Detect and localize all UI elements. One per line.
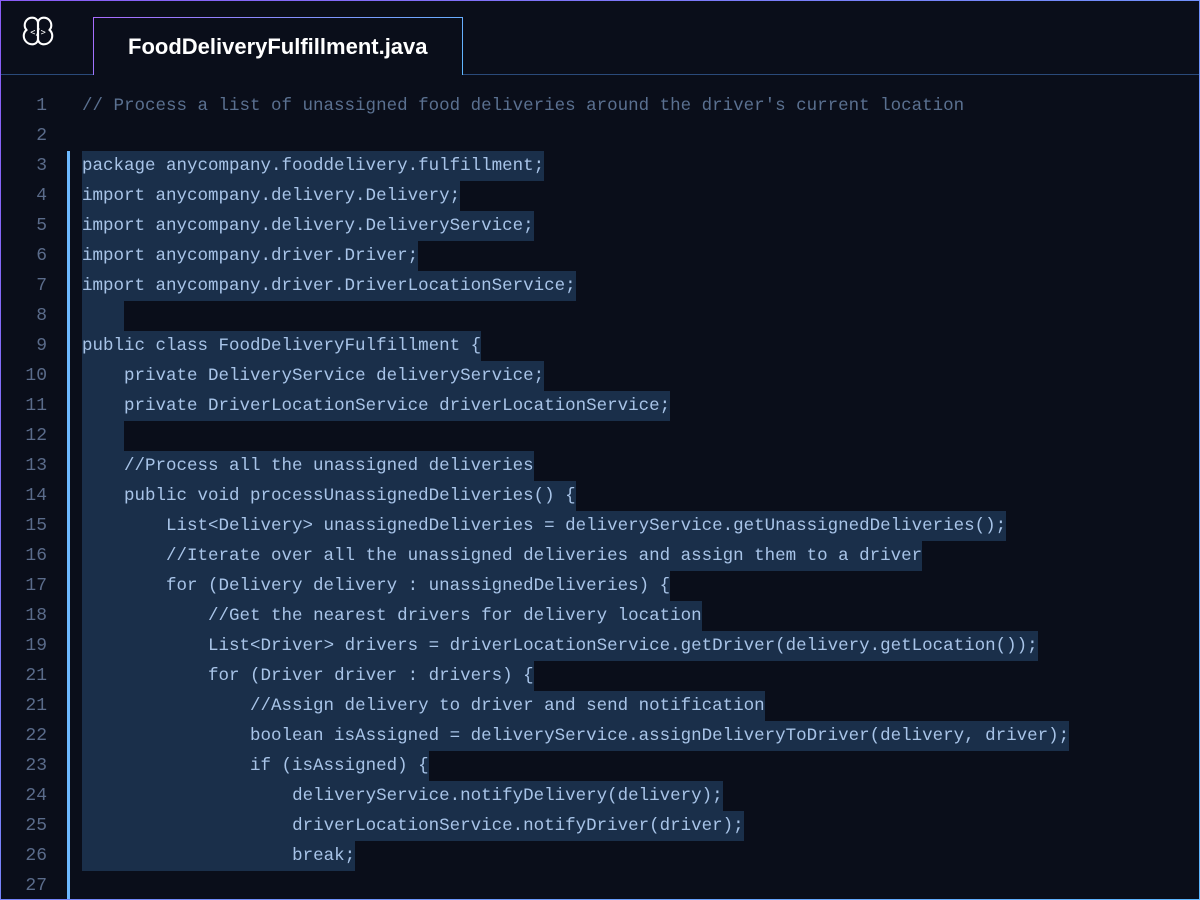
line-number: 19 [1,631,47,661]
app-logo-icon: </> [19,12,57,50]
line-number: 26 [1,841,47,871]
code-line[interactable]: public void processUnassignedDeliveries(… [61,481,1199,511]
code-line[interactable]: for (Driver driver : drivers) { [61,661,1199,691]
code-line[interactable]: import anycompany.delivery.DeliveryServi… [61,211,1199,241]
code-line[interactable]: //Assign delivery to driver and send not… [61,691,1199,721]
code-line[interactable]: List<Driver> drivers = driverLocationSer… [61,631,1199,661]
code-line[interactable]: import anycompany.driver.Driver; [61,241,1199,271]
line-number: 1 [1,91,47,121]
code-line[interactable] [61,121,1199,151]
code-text: public void processUnassignedDeliveries(… [124,486,576,506]
line-number: 6 [1,241,47,271]
code-text: import anycompany.delivery.DeliveryServi… [82,211,534,241]
code-line[interactable]: //Get the nearest drivers for delivery l… [61,601,1199,631]
file-tab-label: FoodDeliveryFulfillment.java [128,34,428,60]
code-line[interactable]: break; [61,841,1199,871]
code-line[interactable]: public class FoodDeliveryFulfillment { [61,331,1199,361]
line-number: 5 [1,211,47,241]
line-number: 15 [1,511,47,541]
code-text: //Assign delivery to driver and send not… [250,696,765,716]
code-line[interactable]: //Process all the unassigned deliveries [61,451,1199,481]
code-text: import anycompany.driver.Driver; [82,241,418,271]
code-text: //Get the nearest drivers for delivery l… [208,606,702,626]
code-text: private DeliveryService deliveryService; [124,366,544,386]
line-number: 13 [1,451,47,481]
code-line[interactable]: // Process a list of unassigned food del… [61,91,1199,121]
tab-bar: </> FoodDeliveryFulfillment.java [1,1,1199,75]
code-line[interactable]: //Iterate over all the unassigned delive… [61,541,1199,571]
line-number: 14 [1,481,47,511]
code-line[interactable]: if (isAssigned) { [61,751,1199,781]
code-line[interactable]: import anycompany.delivery.Delivery; [61,181,1199,211]
code-text: List<Delivery> unassignedDeliveries = de… [166,516,1006,536]
line-number: 22 [1,721,47,751]
line-number: 27 [1,871,47,899]
code-line[interactable]: List<Delivery> unassignedDeliveries = de… [61,511,1199,541]
code-line[interactable]: deliveryService.notifyDelivery(delivery)… [61,781,1199,811]
line-number: 24 [1,781,47,811]
editor-window: </> FoodDeliveryFulfillment.java 1 2 3 4… [0,0,1200,900]
line-number: 23 [1,751,47,781]
code-text: break; [292,846,355,866]
line-number: 12 [1,421,47,451]
code-text: for (Driver driver : drivers) { [208,666,534,686]
code-text: List<Driver> drivers = driverLocationSer… [208,636,1038,656]
code-line[interactable]: private DriverLocationService driverLoca… [61,391,1199,421]
code-text: public class FoodDeliveryFulfillment { [82,331,481,361]
file-tab[interactable]: FoodDeliveryFulfillment.java [93,17,463,75]
code-text: driverLocationService.notifyDriver(drive… [292,816,744,836]
line-number: 4 [1,181,47,211]
code-line[interactable]: for (Delivery delivery : unassignedDeliv… [61,571,1199,601]
code-text: private DriverLocationService driverLoca… [124,396,670,416]
line-number: 3 [1,151,47,181]
line-number: 16 [1,541,47,571]
line-number: 21 [1,661,47,691]
code-editor[interactable]: 1 2 3 4 5 6 7 8 9 10 11 12 13 14 15 16 1… [1,75,1199,899]
line-number: 2 [1,121,47,151]
line-number: 18 [1,601,47,631]
code-line[interactable] [61,421,1199,451]
line-number: 8 [1,301,47,331]
code-text: boolean isAssigned = deliveryService.ass… [250,726,1069,746]
code-line[interactable]: driverLocationService.notifyDriver(drive… [61,811,1199,841]
code-text: deliveryService.notifyDelivery(delivery)… [292,786,723,806]
code-line[interactable]: boolean isAssigned = deliveryService.ass… [61,721,1199,751]
line-number: 25 [1,811,47,841]
code-text: if (isAssigned) { [250,756,429,776]
code-line[interactable]: private DeliveryService deliveryService; [61,361,1199,391]
line-number: 9 [1,331,47,361]
code-line[interactable]: package anycompany.fooddelivery.fulfillm… [61,151,1199,181]
code-text: package anycompany.fooddelivery.fulfillm… [82,151,544,181]
selection-indicator [67,151,70,899]
code-text: import anycompany.driver.DriverLocationS… [82,271,576,301]
code-line[interactable] [61,871,1199,899]
line-number: 17 [1,571,47,601]
code-area[interactable]: // Process a list of unassigned food del… [61,91,1199,899]
code-text: // Process a list of unassigned food del… [82,91,964,121]
line-number: 7 [1,271,47,301]
code-text: //Process all the unassigned deliveries [124,456,534,476]
line-number-gutter: 1 2 3 4 5 6 7 8 9 10 11 12 13 14 15 16 1… [1,91,61,899]
code-line[interactable] [61,301,1199,331]
code-line[interactable]: import anycompany.driver.DriverLocationS… [61,271,1199,301]
svg-text:</>: </> [30,28,45,38]
code-text: for (Delivery delivery : unassignedDeliv… [166,576,670,596]
line-number: 10 [1,361,47,391]
line-number: 11 [1,391,47,421]
code-text: //Iterate over all the unassigned delive… [166,546,922,566]
line-number: 21 [1,691,47,721]
code-text: import anycompany.delivery.Delivery; [82,181,460,211]
